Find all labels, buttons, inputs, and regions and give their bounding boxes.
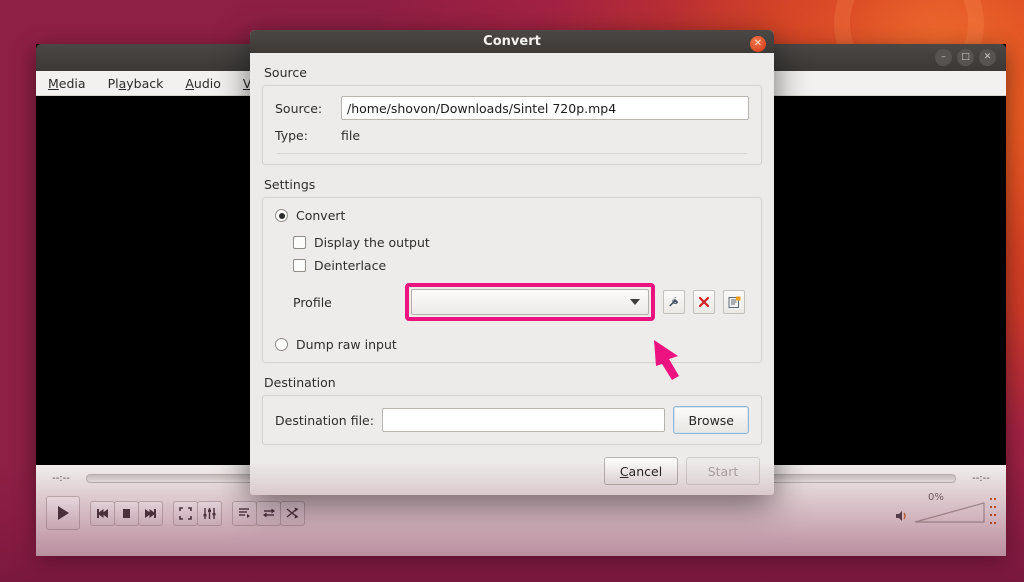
playlist-button[interactable] (232, 500, 257, 526)
next-button[interactable] (138, 500, 163, 526)
delete-profile-button[interactable] (693, 290, 715, 314)
destination-row: Destination file: Browse (275, 406, 749, 434)
volume-control[interactable]: 0% (894, 492, 996, 528)
profile-label: Profile (293, 294, 332, 310)
close-x-icon (698, 296, 710, 308)
profile-highlight-annotation (405, 283, 655, 321)
volume-slider[interactable] (914, 502, 986, 524)
shuffle-icon (286, 507, 298, 519)
nav-button-group (90, 500, 163, 526)
menu-item-media[interactable]: Media (48, 76, 86, 91)
view-button-group (173, 500, 222, 526)
type-row: Type: file (275, 128, 749, 143)
previous-button[interactable] (90, 500, 115, 526)
source-path-input[interactable]: /home/shovon/Downloads/Sintel 720p.mp4 (341, 96, 749, 120)
chevron-down-icon (630, 299, 640, 305)
start-button[interactable]: Start (686, 457, 760, 485)
type-value: file (341, 128, 361, 143)
extended-settings-button[interactable] (197, 500, 222, 526)
new-profile-button[interactable] (723, 290, 745, 314)
transport-buttons: 0% (36, 491, 1006, 535)
dialog-action-buttons: Cancel Start (262, 445, 762, 487)
browse-button[interactable]: Browse (673, 406, 749, 434)
type-field-label: Type: (275, 128, 308, 143)
shuffle-button[interactable] (280, 500, 305, 526)
elapsed-time-label: --:-- (52, 472, 70, 484)
display-output-row[interactable]: Display the output (293, 235, 749, 250)
deinterlace-label: Deinterlace (314, 258, 387, 273)
deinterlace-checkbox[interactable] (293, 259, 306, 272)
source-field-label: Source: (275, 100, 323, 116)
display-output-label: Display the output (314, 235, 430, 250)
convert-dialog: Convert ✕ Source Source: /home/shovon/Do… (250, 30, 774, 495)
resize-grip (990, 498, 996, 524)
edit-profile-button[interactable] (663, 290, 685, 314)
playlist-icon (239, 508, 250, 518)
playlist-button-group (232, 500, 305, 526)
destination-file-label: Destination file: (275, 412, 374, 428)
wrench-icon (669, 297, 679, 307)
display-output-checkbox[interactable] (293, 236, 306, 249)
pink-arrow-annotation (654, 340, 679, 380)
maximize-icon[interactable]: □ (957, 49, 974, 66)
source-group: Source: /home/shovon/Downloads/Sintel 72… (262, 85, 762, 165)
fullscreen-icon (179, 506, 192, 520)
convert-radio[interactable] (275, 209, 288, 222)
profile-combobox[interactable] (411, 289, 649, 315)
new-profile-icon (728, 296, 740, 308)
speaker-icon[interactable] (894, 508, 910, 524)
menu-item-audio[interactable]: Audio (185, 76, 221, 91)
source-divider (277, 153, 747, 154)
volume-slider-track[interactable] (914, 502, 986, 524)
previous-icon (97, 508, 108, 518)
total-time-label: --:-- (972, 472, 990, 484)
source-row: Source: /home/shovon/Downloads/Sintel 72… (275, 96, 749, 120)
play-icon (58, 506, 69, 520)
profile-row: Profile (293, 283, 749, 321)
desktop: – □ ✕ Media Playback Audio Vide --:-- --… (0, 0, 1024, 582)
menu-item-playback[interactable]: Playback (108, 76, 164, 91)
play-button[interactable] (46, 496, 80, 530)
destination-group: Destination file: Browse (262, 395, 762, 445)
convert-radio-row[interactable]: Convert (275, 208, 749, 223)
convert-radio-dot (278, 212, 285, 219)
settings-group-label: Settings (264, 177, 316, 192)
deinterlace-row[interactable]: Deinterlace (293, 258, 749, 273)
close-icon[interactable]: ✕ (979, 49, 996, 66)
dialog-body: Source Source: /home/shovon/Downloads/Si… (250, 53, 774, 495)
cancel-button[interactable]: Cancel (604, 457, 678, 485)
convert-radio-label: Convert (296, 208, 346, 223)
stop-button[interactable] (114, 500, 139, 526)
destination-file-input[interactable] (381, 408, 666, 432)
dialog-title: Convert (483, 34, 541, 49)
stop-icon (123, 508, 130, 518)
next-icon (145, 508, 156, 518)
dialog-titlebar: Convert ✕ (250, 30, 774, 53)
dialog-close-icon[interactable]: ✕ (750, 36, 766, 52)
fullscreen-button[interactable] (173, 500, 198, 526)
loop-button[interactable] (256, 500, 281, 526)
dump-raw-label: Dump raw input (296, 337, 397, 352)
dump-raw-radio[interactable] (275, 338, 288, 351)
equalizer-icon (203, 507, 216, 519)
minimize-icon[interactable]: – (935, 49, 952, 66)
source-group-label: Source (264, 65, 307, 80)
loop-icon (262, 508, 275, 518)
